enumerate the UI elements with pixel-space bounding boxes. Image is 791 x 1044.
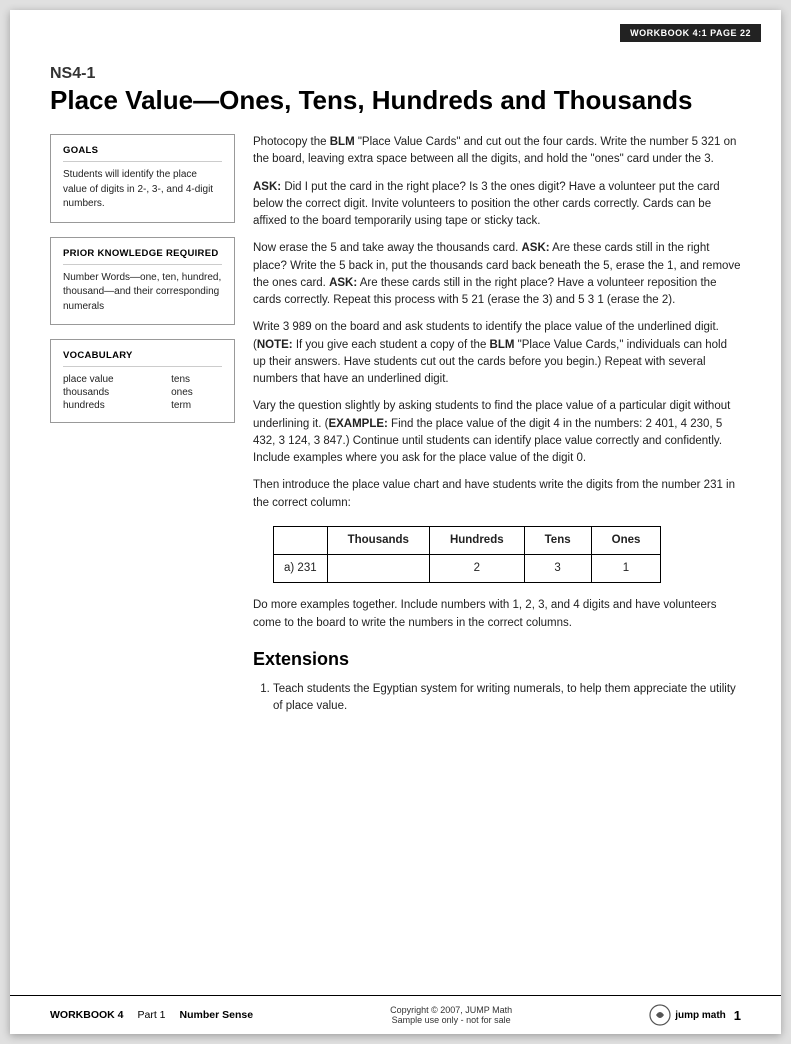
prior-knowledge-content: Number Words—one, ten, hundred, thousand… — [63, 271, 222, 315]
table-row: a) 231 2 3 1 — [274, 555, 661, 583]
main-content: Photocopy the BLM "Place Value Cards" an… — [253, 134, 741, 721]
page-title: Place Value—Ones, Tens, Hundreds and Tho… — [50, 85, 741, 116]
content-area: NS4-1 Place Value—Ones, Tens, Hundreds a… — [10, 10, 781, 781]
paragraph-4: Write 3 989 on the board and ask student… — [253, 319, 741, 388]
footer-right: jump math 1 — [649, 1004, 741, 1026]
vocab-cell: place value — [63, 373, 171, 386]
vocabulary-title: VOCABULARY — [63, 350, 222, 367]
col-header-tens: Tens — [524, 526, 591, 554]
jump-math-logo: jump math — [649, 1004, 726, 1026]
jump-math-icon — [649, 1004, 671, 1026]
cell-hundreds: 2 — [429, 555, 524, 583]
footer-subject: Number Sense — [180, 1009, 254, 1021]
footer: WORKBOOK 4 Part 1 Number Sense Copyright… — [10, 995, 781, 1034]
blm-bold-1: BLM — [330, 136, 355, 148]
extension-item-1: Teach students the Egyptian system for w… — [273, 683, 736, 712]
page: WORKBOOK 4:1 PAGE 22 NS4-1 Place Value—O… — [10, 10, 781, 1034]
row-label-a231: a) 231 — [274, 555, 328, 583]
ask-label-1: ASK: — [253, 181, 281, 193]
vocab-cell: ones — [171, 386, 222, 399]
vocab-cell: term — [171, 399, 222, 412]
paragraph-3: Now erase the 5 and take away the thousa… — [253, 240, 741, 309]
sidebar: GOALS Students will identify the place v… — [50, 134, 235, 721]
cell-thousands — [327, 555, 429, 583]
vocabulary-table: place value tens thousands ones hundreds… — [63, 373, 222, 412]
list-item: Teach students the Egyptian system for w… — [273, 681, 741, 716]
jump-math-text: jump math — [675, 1010, 726, 1021]
note-label: NOTE: — [257, 339, 293, 351]
paragraph-2: ASK: Did I put the card in the right pla… — [253, 179, 741, 231]
footer-copyright: Copyright © 2007, JUMP Math — [390, 1005, 512, 1015]
vocab-cell: thousands — [63, 386, 171, 399]
goals-box: GOALS Students will identify the place v… — [50, 134, 235, 223]
ask-label-2: ASK: — [522, 242, 550, 254]
extensions-list: Teach students the Egyptian system for w… — [253, 681, 741, 716]
col-header-thousands: Thousands — [327, 526, 429, 554]
table-header-row: Thousands Hundreds Tens Ones — [274, 526, 661, 554]
example-label: EXAMPLE: — [328, 418, 387, 430]
vocab-row-1: place value tens — [63, 373, 222, 386]
ns-label: NS4-1 — [50, 65, 741, 83]
workbook-header-text: WORKBOOK 4:1 PAGE 22 — [630, 28, 751, 38]
vocabulary-box: VOCABULARY place value tens thousands on… — [50, 339, 235, 423]
paragraph-1: Photocopy the BLM "Place Value Cards" an… — [253, 134, 741, 169]
footer-workbook: WORKBOOK 4 — [50, 1009, 124, 1021]
ask-label-3: ASK: — [329, 277, 357, 289]
prior-knowledge-title: PRIOR KNOWLEDGE REQUIRED — [63, 248, 222, 265]
cell-ones: 1 — [591, 555, 661, 583]
goals-title: GOALS — [63, 145, 222, 162]
footer-part: Part 1 — [138, 1009, 166, 1021]
paragraph-7: Do more examples together. Include numbe… — [253, 597, 741, 632]
vocab-cell: tens — [171, 373, 222, 386]
col-header-hundreds: Hundreds — [429, 526, 524, 554]
place-value-table: Thousands Hundreds Tens Ones a) 231 2 — [273, 526, 661, 584]
prior-knowledge-box: PRIOR KNOWLEDGE REQUIRED Number Words—on… — [50, 237, 235, 326]
main-body: GOALS Students will identify the place v… — [50, 134, 741, 721]
place-value-table-container: Thousands Hundreds Tens Ones a) 231 2 — [273, 526, 741, 584]
paragraph-6: Then introduce the place value chart and… — [253, 477, 741, 512]
col-header-blank — [274, 526, 328, 554]
col-header-ones: Ones — [591, 526, 661, 554]
blm-bold-2: BLM — [490, 339, 515, 351]
footer-page-number: 1 — [734, 1008, 741, 1023]
workbook-header-banner: WORKBOOK 4:1 PAGE 22 — [620, 24, 761, 42]
vocab-cell: hundreds — [63, 399, 171, 412]
footer-center: Copyright © 2007, JUMP Math Sample use o… — [390, 1005, 512, 1025]
goals-content: Students will identify the place value o… — [63, 168, 222, 212]
vocab-row-2: thousands ones — [63, 386, 222, 399]
cell-tens: 3 — [524, 555, 591, 583]
extensions-title: Extensions — [253, 646, 741, 673]
footer-left: WORKBOOK 4 Part 1 Number Sense — [50, 1009, 253, 1021]
paragraph-5: Vary the question slightly by asking stu… — [253, 398, 741, 467]
vocab-row-3: hundreds term — [63, 399, 222, 412]
